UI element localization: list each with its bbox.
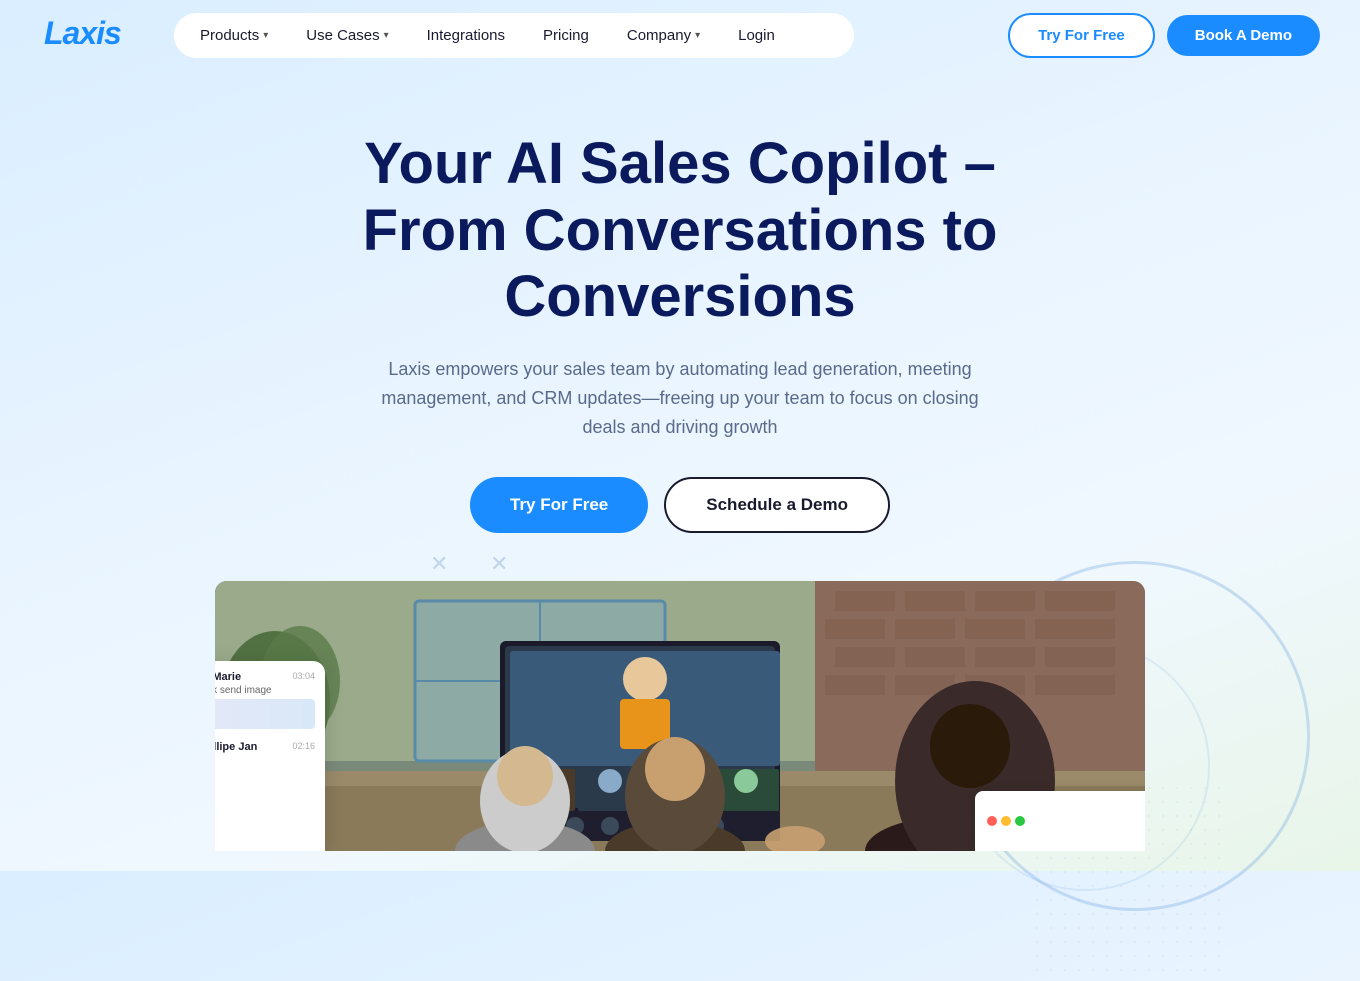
chevron-down-icon: ▾	[384, 30, 389, 41]
nav-label-login: Login	[738, 27, 775, 44]
nav-item-company[interactable]: Company ▾	[609, 19, 718, 52]
chat-message-2: PJ 02:16 Phillipe Jan	[215, 741, 315, 769]
maximize-dot	[1015, 816, 1025, 826]
nav-item-pricing[interactable]: Pricing	[525, 19, 607, 52]
nav-item-use-cases[interactable]: Use Cases ▾	[288, 19, 406, 52]
hero-schedule-demo-button[interactable]: Schedule a Demo	[664, 477, 890, 533]
chat-panel: M 03:04 Marie Ok send image PJ 02:16 Phi…	[215, 661, 325, 851]
nav-label-company: Company	[627, 27, 691, 44]
traffic-lights	[987, 816, 1025, 826]
hero-title: Your AI Sales Copilot – From Conversatio…	[230, 131, 1130, 331]
svg-text:Laxis: Laxis	[44, 15, 121, 51]
nav-label-use-cases: Use Cases	[306, 27, 379, 44]
chat-content-1: 03:04 Marie Ok send image	[215, 671, 315, 729]
hero-screenshot: M 03:04 Marie Ok send image PJ 02:16 Phi…	[215, 581, 1145, 851]
chat-image-placeholder	[215, 699, 315, 729]
app-bottom-strip	[975, 791, 1145, 851]
nav-item-products[interactable]: Products ▾	[182, 19, 286, 52]
nav-label-pricing: Pricing	[543, 27, 589, 44]
nav-item-login[interactable]: Login	[720, 19, 793, 52]
hero-cta-group: Try For Free Schedule a Demo	[40, 477, 1320, 533]
nav-label-products: Products	[200, 27, 259, 44]
nav-cta-area: Try For Free Book A Demo	[1008, 13, 1320, 58]
nav-try-free-button[interactable]: Try For Free	[1008, 13, 1155, 58]
close-dot	[987, 816, 997, 826]
nav-label-integrations: Integrations	[427, 27, 505, 44]
brand-logo[interactable]: Laxis	[40, 12, 150, 59]
hero-title-line2: From Conversations to Conversions	[363, 198, 998, 330]
chat-time-1: 03:04	[292, 671, 315, 681]
chat-text-1: Ok send image	[215, 685, 315, 696]
chat-time-2: 02:16	[292, 741, 315, 751]
hero-image-area: ✕ ✕	[130, 581, 1230, 851]
chevron-down-icon: ▾	[263, 30, 268, 41]
deco-x-1: ✕	[430, 551, 448, 577]
hero-try-free-button[interactable]: Try For Free	[470, 477, 648, 533]
chat-message-1: M 03:04 Marie Ok send image	[215, 671, 315, 729]
nav-item-integrations[interactable]: Integrations	[409, 19, 523, 52]
minimize-dot	[1001, 816, 1011, 826]
chat-content-2: 02:16 Phillipe Jan	[215, 741, 315, 755]
chevron-down-icon: ▾	[695, 30, 700, 41]
nav-book-demo-button[interactable]: Book A Demo	[1167, 15, 1320, 56]
hero-subtitle: Laxis empowers your sales team by automa…	[360, 355, 1000, 441]
hero-title-line1: Your AI Sales Copilot –	[364, 131, 996, 196]
deco-x-2: ✕	[490, 551, 508, 577]
nav-pill-container: Products ▾ Use Cases ▾ Integrations Pric…	[174, 13, 854, 58]
hero-section: Your AI Sales Copilot – From Conversatio…	[0, 71, 1360, 871]
